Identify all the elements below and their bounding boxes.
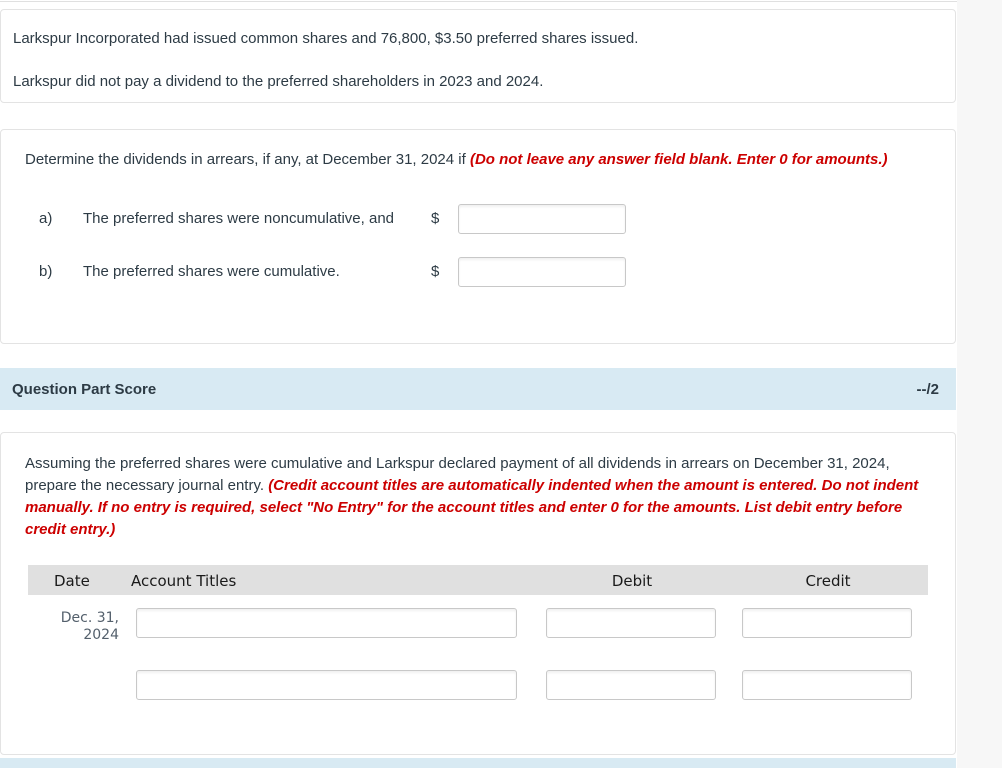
journal-table-header: Date Account Titles Debit Credit [28, 565, 928, 595]
part1-card: Determine the dividends in arrears, if a… [0, 129, 956, 344]
journal-row-credit [28, 670, 928, 700]
answer-row-a: a) The preferred shares were noncumulati… [25, 204, 931, 234]
journal-row-1-debit-input[interactable] [546, 608, 716, 638]
header-credit: Credit [805, 572, 851, 590]
journal-row-2-date [28, 670, 119, 672]
journal-row-debit: Dec. 31, 2024 [28, 608, 928, 644]
journal-row-1-date-line1: Dec. 31, [60, 610, 119, 626]
part1-prompt-text: Determine the dividends in arrears, if a… [25, 151, 470, 168]
answer-a-amount-input[interactable] [458, 204, 627, 234]
top-divider [0, 0, 957, 2]
answer-row-b-dollar-sign: $ [431, 263, 440, 280]
answer-row-b-label: The preferred shares were cumulative. [83, 263, 340, 280]
part2-prompt: Assuming the preferred shares were cumul… [25, 453, 931, 541]
header-account-titles: Account Titles [131, 572, 237, 590]
journal-row-2-account-titles-input[interactable] [136, 670, 517, 700]
journal-row-1-credit-input[interactable] [742, 608, 912, 638]
answer-row-a-dollar-sign: $ [431, 210, 440, 227]
part1-prompt: Determine the dividends in arrears, if a… [25, 150, 931, 170]
journal-entry-table: Date Account Titles Debit Credit Dec. 31… [28, 565, 928, 700]
answer-b-amount-input[interactable] [458, 257, 627, 287]
question-part-score-label: Question Part Score [12, 380, 157, 398]
question-part-score-value: --/2 [916, 380, 940, 398]
part1-prompt-instruction: (Do not leave any answer field blank. En… [469, 151, 888, 168]
answer-row-a-label: The preferred shares were noncumulative,… [83, 210, 395, 227]
problem-statement-card: Larkspur Incorporated had issued common … [0, 9, 956, 103]
journal-row-1-date-line2: 2024 [83, 627, 119, 643]
problem-statement-line-2: Larkspur did not pay a dividend to the p… [13, 73, 544, 90]
header-debit: Debit [611, 572, 653, 590]
part2-card: Assuming the preferred shares were cumul… [0, 432, 956, 755]
journal-row-2-credit-input[interactable] [742, 670, 912, 700]
answer-row-a-letter: a) [39, 210, 53, 227]
journal-row-2-debit-input[interactable] [546, 670, 716, 700]
journal-row-1-date: Dec. 31, 2024 [28, 608, 119, 644]
question-page: Larkspur Incorporated had issued common … [0, 0, 957, 768]
next-score-bar-partial [0, 758, 956, 768]
problem-statement-line-1: Larkspur Incorporated had issued common … [13, 30, 639, 47]
question-part-score-bar: Question Part Score --/2 [0, 368, 956, 410]
header-date: Date [54, 572, 90, 590]
answer-row-b: b) The preferred shares were cumulative.… [25, 257, 931, 287]
answer-row-b-letter: b) [39, 263, 53, 280]
journal-row-1-account-titles-input[interactable] [136, 608, 517, 638]
